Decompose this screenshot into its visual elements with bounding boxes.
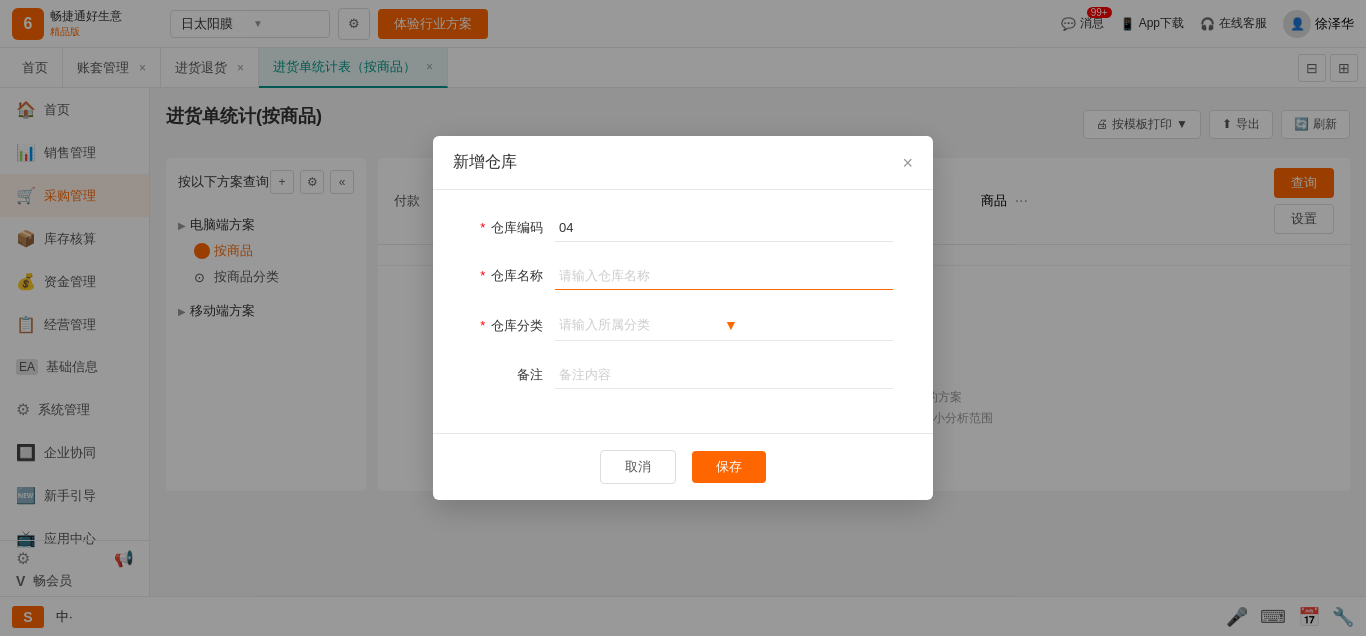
category-placeholder: 请输入所属分类 [559,316,724,334]
code-input[interactable] [555,214,893,242]
category-label: * 仓库分类 [473,317,543,335]
modal-body: * 仓库编码 * 仓库名称 * 仓库分类 请输入所属 [433,190,933,433]
modal-title: 新增仓库 [453,152,517,173]
modal-overlay[interactable]: 新增仓库 × * 仓库编码 * 仓库名称 [0,0,1366,636]
modal-header: 新增仓库 × [433,136,933,190]
note-label: 备注 [473,366,543,384]
form-row-category: * 仓库分类 请输入所属分类 ▼ [473,310,893,341]
modal-footer: 取消 保存 [433,433,933,500]
category-select[interactable]: 请输入所属分类 ▼ [555,310,893,341]
note-input[interactable] [555,361,893,389]
name-label: * 仓库名称 [473,267,543,285]
save-button[interactable]: 保存 [692,451,766,483]
modal-close-button[interactable]: × [902,154,913,172]
category-chevron-icon: ▼ [724,317,889,333]
name-input[interactable] [555,262,893,290]
form-row-note: 备注 [473,361,893,389]
add-warehouse-modal: 新增仓库 × * 仓库编码 * 仓库名称 [433,136,933,500]
form-row-code: * 仓库编码 [473,214,893,242]
cancel-button[interactable]: 取消 [600,450,676,484]
code-label: * 仓库编码 [473,219,543,237]
form-row-name: * 仓库名称 [473,262,893,290]
